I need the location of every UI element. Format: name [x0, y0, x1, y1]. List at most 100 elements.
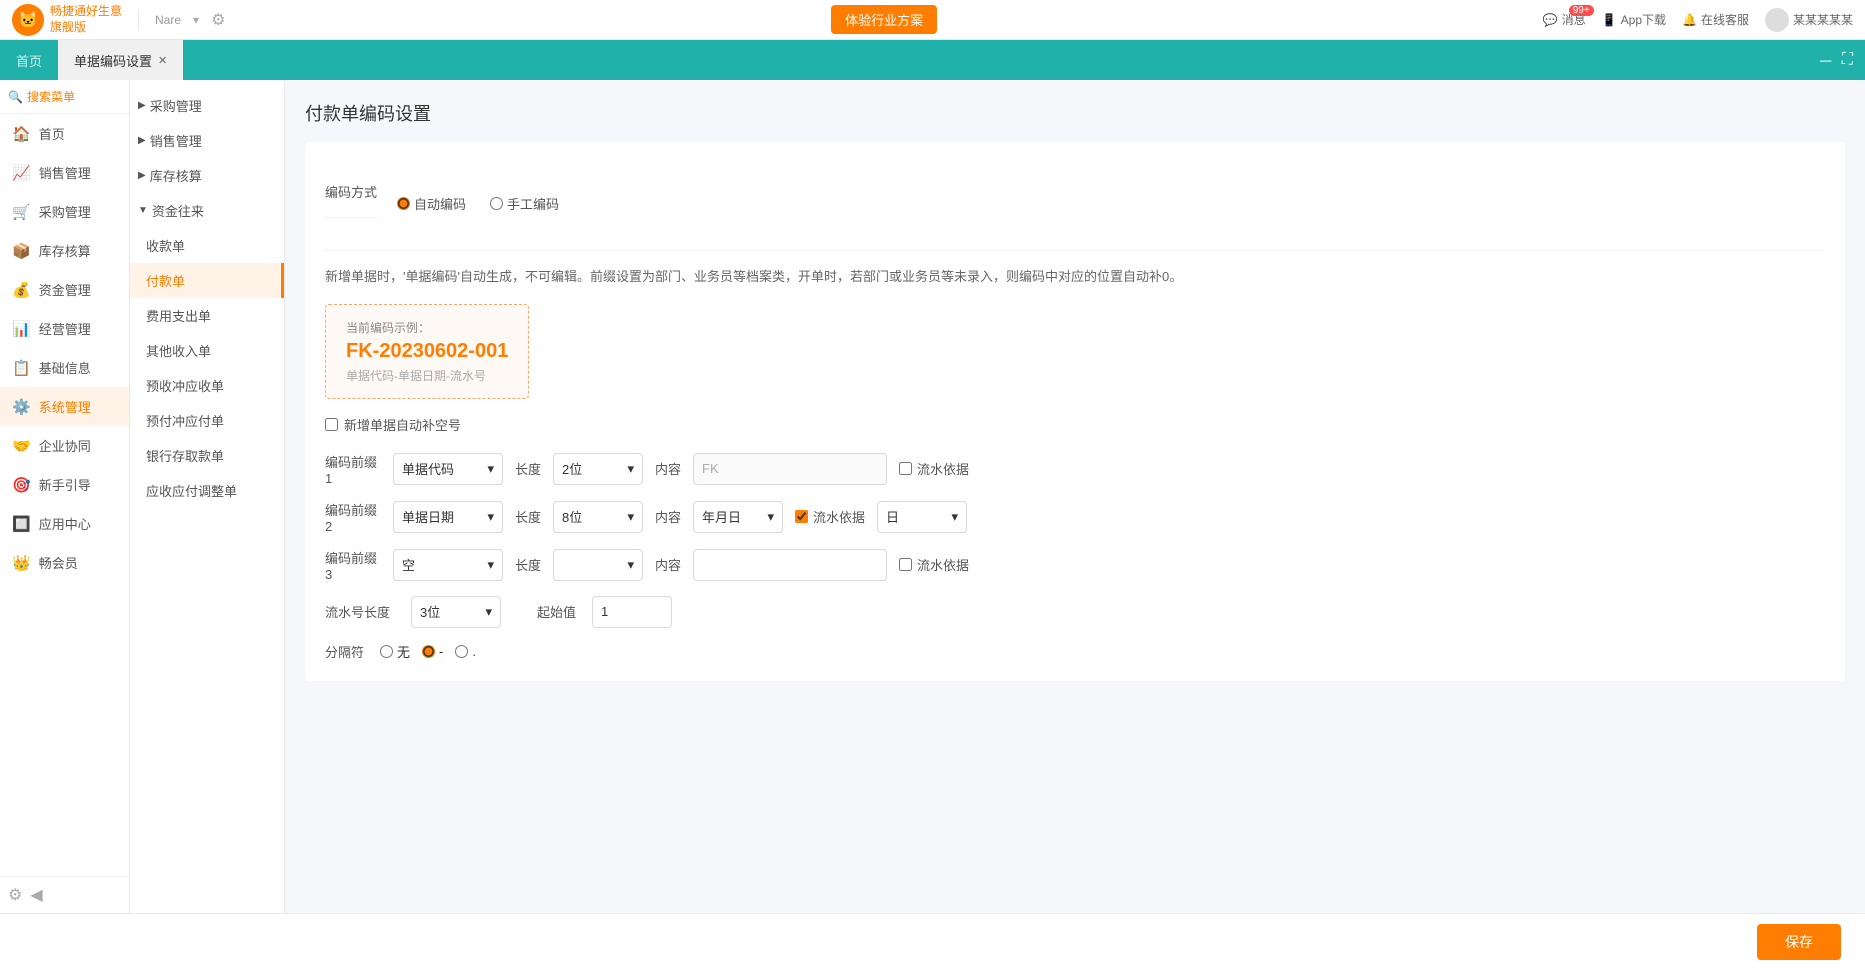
prefix-select-2[interactable]: 单据日期 ▾ [393, 501, 503, 533]
company-dropdown-icon[interactable]: ▾ [193, 13, 199, 27]
content-input-1[interactable] [693, 453, 887, 485]
group-purchase-header[interactable]: ▶ 采购管理 [130, 88, 284, 123]
sep-dot-option[interactable]: . [455, 644, 476, 659]
sidebar-item-purchase[interactable]: 🛒 采购管理 [0, 192, 129, 231]
group-capital-header[interactable]: ▼ 资金往来 [130, 193, 284, 228]
logo-icon: 🐱 [12, 4, 44, 36]
sidebar-bottom: ⚙ ◀ [0, 876, 129, 913]
group-inventory-header[interactable]: ▶ 库存核算 [130, 158, 284, 193]
serial-checkbox-1[interactable]: 流水依据 [899, 459, 969, 478]
serial-checkbox-2[interactable]: 流水依据 [795, 507, 865, 526]
sep-none-radio[interactable] [380, 645, 393, 658]
serial-check-1[interactable] [899, 462, 912, 475]
form-label-3: 编码前缀3 [325, 548, 381, 582]
second-sidebar-item-receipt[interactable]: 收款单 [130, 228, 284, 263]
form-row-1: 编码前缀1 单据代码 ▾ 长度 2位 ▾ 内容 流水依据 [325, 452, 1825, 486]
settings-icon[interactable]: ⚙ [211, 10, 225, 30]
manual-code-radio[interactable] [490, 197, 503, 210]
sidebar-item-system[interactable]: ⚙️ 系统管理 [0, 387, 129, 426]
start-value-input[interactable] [592, 596, 672, 628]
form-row-3: 编码前缀3 空 ▾ 长度 ▾ 内容 流水依据 [325, 548, 1825, 582]
info-text: 新增单据时，'单据编码'自动生成，不可编辑。前缀设置为部门、业务员等档案类，开单… [325, 267, 1825, 288]
separator-row: 分隔符 无 - . [325, 642, 1825, 661]
second-sidebar-item-expense[interactable]: 费用支出单 [130, 298, 284, 333]
encoding-method-label: 编码方式 [325, 172, 377, 218]
message-badge: 99+ [1569, 5, 1594, 16]
sep-dash-radio[interactable] [422, 645, 435, 658]
message-btn[interactable]: 💬 消息 99+ [1543, 11, 1586, 28]
tab-serial-setting[interactable]: 单据编码设置 ✕ [58, 40, 183, 80]
dropdown-icon-len-3: ▾ [627, 557, 634, 573]
second-sidebar-item-payment[interactable]: 付款单 [130, 263, 284, 298]
auto-fill-checkbox[interactable] [325, 418, 338, 431]
left-sidebar: 🔍 搜索菜单 🏠 首页 📈 销售管理 🛒 采购管理 📦 库存核算 💰 [0, 80, 130, 913]
sidebar-item-operations[interactable]: 📊 经营管理 [0, 309, 129, 348]
sidebar-item-basic[interactable]: 📋 基础信息 [0, 348, 129, 387]
tabbar: 首页 单据编码设置 ✕ － ⛶ [0, 40, 1865, 80]
serial-checkbox-3[interactable]: 流水依据 [899, 555, 969, 574]
topbar-right: 💬 消息 99+ 📱 App下载 🔔 在线客服 某某某某某 [1543, 8, 1853, 32]
tab-home[interactable]: 首页 [0, 40, 58, 80]
manual-code-option[interactable]: 手工编码 [490, 194, 559, 213]
serial-check-3[interactable] [899, 558, 912, 571]
group-purchase: ▶ 采购管理 [130, 88, 284, 123]
member-icon: 👑 [12, 554, 31, 572]
sales-icon: 📈 [12, 164, 31, 182]
app-download-btn[interactable]: 📱 App下载 [1602, 11, 1666, 28]
auto-code-option[interactable]: 自动编码 [397, 194, 466, 213]
online-service-btn[interactable]: 🔔 在线客服 [1682, 11, 1749, 28]
enterprise-icon: 🤝 [12, 437, 31, 455]
code-preview-label: 当前编码示例： [346, 319, 508, 336]
sidebar-item-inventory[interactable]: 📦 库存核算 [0, 231, 129, 270]
sep-dot-radio[interactable] [455, 645, 468, 658]
auto-code-radio[interactable] [397, 197, 410, 210]
second-sidebar-item-receivable-adj[interactable]: 应收应付调整单 [130, 473, 284, 508]
settings-bottom-icon[interactable]: ⚙ [8, 885, 22, 905]
content-input-3[interactable] [693, 549, 887, 581]
dropdown-icon-2: ▾ [487, 509, 494, 525]
sidebar-item-home[interactable]: 🏠 首页 [0, 114, 129, 153]
second-sidebar-item-other-income[interactable]: 其他收入单 [130, 333, 284, 368]
sep-none-option[interactable]: 无 [380, 642, 410, 661]
sidebar-search[interactable]: 🔍 搜索菜单 [0, 80, 129, 114]
code-preview-value: FK-20230602-001 [346, 340, 508, 363]
wn-row: 流水号长度 3位 ▾ 起始值 [325, 596, 1825, 628]
length-select-1[interactable]: 2位 ▾ [553, 453, 643, 485]
second-sidebar-item-bank-deposit[interactable]: 银行存取款单 [130, 438, 284, 473]
user-info[interactable]: 某某某某某 [1765, 8, 1853, 32]
encoding-method-row: 编码方式 自动编码 手工编码 [325, 162, 1825, 251]
sidebar-item-member[interactable]: 👑 畅会员 [0, 543, 129, 582]
search-icon: 🔍 [8, 90, 23, 104]
dropdown-icon-serial-len: ▾ [485, 604, 492, 620]
group-sales-header[interactable]: ▶ 销售管理 [130, 123, 284, 158]
group-inventory: ▶ 库存核算 [130, 158, 284, 193]
auto-fill-row[interactable]: 新增单据自动补空号 [325, 415, 1825, 434]
trial-button[interactable]: 体验行业方案 [831, 5, 937, 34]
encoding-radio-group: 自动编码 手工编码 [397, 194, 567, 213]
sidebar-item-appcenter[interactable]: 🔲 应用中心 [0, 504, 129, 543]
second-sidebar-item-prepay-receive[interactable]: 预收冲应收单 [130, 368, 284, 403]
sidebar-item-guide[interactable]: 🎯 新手引导 [0, 465, 129, 504]
group-capital: ▼ 资金往来 收款单 付款单 费用支出单 其他收入单 预收冲应收单 预付冲应付单… [130, 193, 284, 508]
tab-minimize-btn[interactable]: － [1818, 48, 1834, 72]
length-select-3[interactable]: ▾ [553, 549, 643, 581]
length-select-2[interactable]: 8位 ▾ [553, 501, 643, 533]
guide-icon: 🎯 [12, 476, 31, 494]
collapse-sidebar-icon[interactable]: ◀ [30, 885, 42, 905]
sep-dash-option[interactable]: - [422, 644, 443, 659]
sidebar-item-enterprise[interactable]: 🤝 企业协同 [0, 426, 129, 465]
second-sidebar-item-prepay-pay[interactable]: 预付冲应付单 [130, 403, 284, 438]
serial-check-2[interactable] [795, 510, 808, 523]
prefix-select-1[interactable]: 单据代码 ▾ [393, 453, 503, 485]
tab-close-icon[interactable]: ✕ [158, 54, 167, 67]
serial-length-select[interactable]: 3位 ▾ [411, 596, 501, 628]
sidebar-nav: 🏠 首页 📈 销售管理 🛒 采购管理 📦 库存核算 💰 资金管理 📊 经 [0, 114, 129, 876]
tab-maximize-btn[interactable]: ⛶ [1842, 51, 1853, 69]
content-select-2[interactable]: 年月日 ▾ [693, 501, 783, 533]
logo-text: 畅捷通好生意 旗舰版 [50, 4, 122, 35]
sidebar-item-finance[interactable]: 💰 资金管理 [0, 270, 129, 309]
save-button[interactable]: 保存 [1757, 924, 1841, 960]
prefix-select-3[interactable]: 空 ▾ [393, 549, 503, 581]
sidebar-item-sales[interactable]: 📈 销售管理 [0, 153, 129, 192]
day-select-2[interactable]: 日 ▾ [877, 501, 967, 533]
